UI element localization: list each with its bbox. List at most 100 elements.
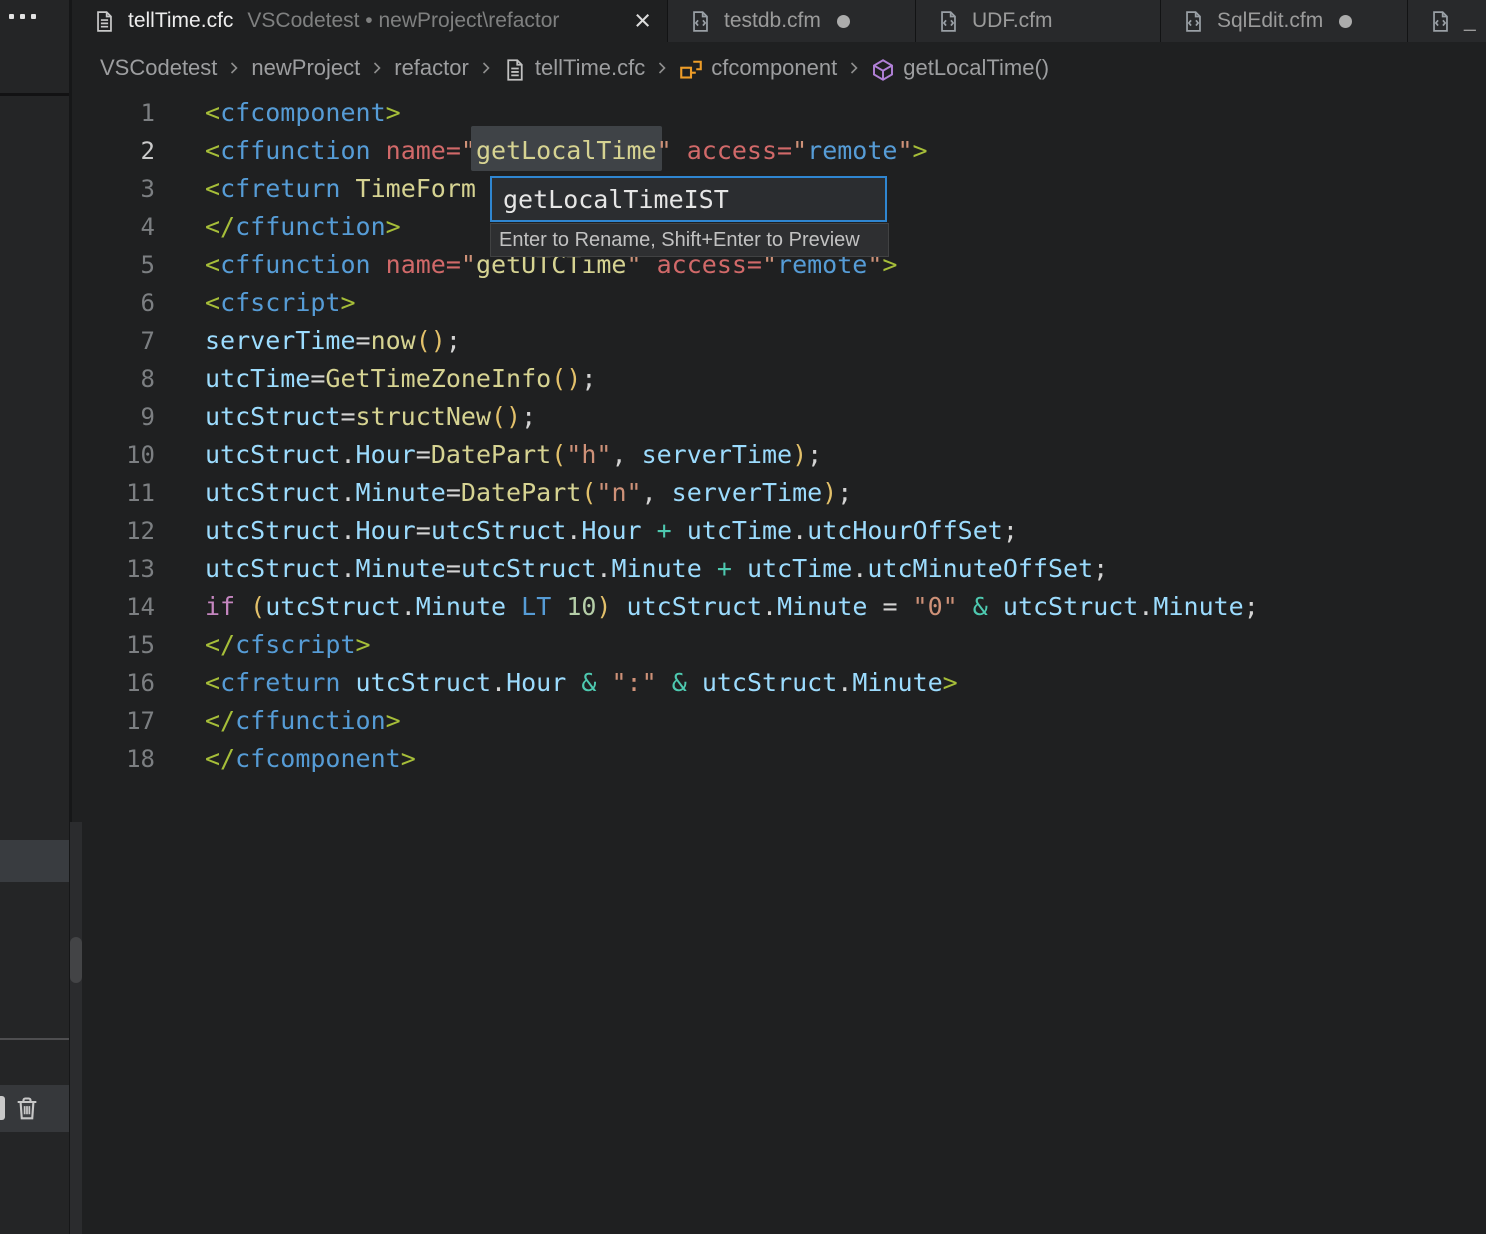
ellipsis-icon [9, 14, 14, 19]
code-editor[interactable]: 1<cfcomponent>2<cffunction name="getLoca… [72, 94, 1486, 1234]
tab-title: UDF.cfm [972, 9, 1053, 33]
code-line[interactable]: 12utcStruct.Hour=utcStruct.Hour + utcTim… [72, 512, 1486, 550]
symbol-method-icon [871, 58, 895, 82]
rename-hint: Enter to Rename, Shift+Enter to Preview [490, 223, 889, 257]
line-number: 10 [72, 436, 155, 474]
tab-title: tellTime.cfc [128, 9, 233, 33]
chevron-right-icon [226, 60, 242, 76]
code-line[interactable]: 18</cfcomponent> [72, 740, 1486, 778]
line-number: 6 [72, 284, 155, 322]
sidebar-divider [0, 93, 70, 96]
tab-telltime-cfc[interactable]: tellTime.cfc VSCodetest • newProject\ref… [72, 0, 668, 42]
line-number: 9 [72, 398, 155, 436]
code-line[interactable]: 11utcStruct.Minute=DatePart("n", serverT… [72, 474, 1486, 512]
partial-icon [0, 1096, 5, 1120]
more-actions-button[interactable] [9, 4, 49, 28]
line-number: 1 [72, 94, 155, 132]
code-text: </cfcomponent> [155, 740, 416, 778]
chevron-right-icon [846, 60, 862, 76]
sidebar [0, 0, 70, 1234]
file-code-icon [1429, 8, 1452, 35]
tab-title: _ [1464, 9, 1476, 33]
line-number: 11 [72, 474, 155, 512]
code-line[interactable]: 7serverTime=now(); [72, 322, 1486, 360]
line-number: 2 [72, 132, 155, 170]
close-icon[interactable]: × [634, 11, 651, 31]
sidebar-separator [0, 1038, 70, 1040]
breadcrumb-item-vscodetest[interactable]: VSCodetest [100, 55, 217, 81]
code-line[interactable]: 14if (utcStruct.Minute LT 10) utcStruct.… [72, 588, 1486, 626]
code-line[interactable]: 8utcTime=GetTimeZoneInfo(); [72, 360, 1486, 398]
modified-dot-icon[interactable] [837, 15, 850, 28]
code-line[interactable]: 9utcStruct=structNew(); [72, 398, 1486, 436]
symbol-class-icon [679, 58, 703, 82]
trash-icon[interactable] [13, 1093, 41, 1125]
code-text: <cfscript> [155, 284, 356, 322]
code-line[interactable]: 15</cfscript> [72, 626, 1486, 664]
code-text: utcTime=GetTimeZoneInfo(); [155, 360, 596, 398]
file-icon [503, 58, 527, 82]
ellipsis-icon [20, 14, 25, 19]
code-text: </cffunction> [155, 702, 401, 740]
line-number: 13 [72, 550, 155, 588]
file-lines-icon [93, 8, 116, 35]
code-text: utcStruct.Hour=DatePart("h", serverTime)… [155, 436, 822, 474]
chevron-right-icon [369, 60, 385, 76]
line-number: 8 [72, 360, 155, 398]
tab-title: testdb.cfm [724, 9, 821, 33]
code-line[interactable]: 17</cffunction> [72, 702, 1486, 740]
code-text: <cfreturn utcStruct.Hour & ":" & utcStru… [155, 664, 958, 702]
line-number: 17 [72, 702, 155, 740]
chevron-right-icon [654, 60, 670, 76]
modified-dot-icon[interactable] [1339, 15, 1352, 28]
breadcrumb: VSCodetest newProject refactor tellTime.… [72, 42, 1486, 94]
line-number: 14 [72, 588, 155, 626]
code-text: </cffunction> [155, 208, 401, 246]
file-code-icon [689, 8, 712, 35]
code-line[interactable]: 6<cfscript> [72, 284, 1486, 322]
breadcrumb-item-getlocaltime[interactable]: getLocalTime() [903, 55, 1049, 81]
tab-description: VSCodetest • newProject\refactor [247, 9, 559, 33]
line-number: 18 [72, 740, 155, 778]
rename-highlighted-word[interactable]: getLocalTime [471, 126, 662, 171]
rename-input[interactable] [490, 176, 887, 222]
line-number: 4 [72, 208, 155, 246]
tab-title: SqlEdit.cfm [1217, 9, 1323, 33]
code-text: if (utcStruct.Minute LT 10) utcStruct.Mi… [155, 588, 1259, 626]
code-line[interactable]: 10utcStruct.Hour=DatePart("h", serverTim… [72, 436, 1486, 474]
code-text: utcStruct=structNew(); [155, 398, 536, 436]
breadcrumb-item-newproject[interactable]: newProject [251, 55, 360, 81]
breadcrumb-item-telltime-cfc[interactable]: tellTime.cfc [535, 55, 645, 81]
code-line[interactable]: 1<cfcomponent> [72, 94, 1486, 132]
sidebar-list-item[interactable] [0, 840, 70, 882]
line-number: 12 [72, 512, 155, 550]
sash[interactable] [70, 822, 82, 1234]
code-text: <cfcomponent> [155, 94, 401, 132]
ellipsis-icon [31, 14, 36, 19]
code-text: </cfscript> [155, 626, 371, 664]
code-text: utcStruct.Minute=utcStruct.Minute + utcT… [155, 550, 1108, 588]
sidebar-trash-row[interactable] [0, 1085, 70, 1132]
code-text: utcStruct.Hour=utcStruct.Hour + utcTime.… [155, 512, 1018, 550]
file-code-icon [1182, 8, 1205, 35]
scrollbar-thumb[interactable] [70, 937, 82, 983]
code-line[interactable]: 16<cfreturn utcStruct.Hour & ":" & utcSt… [72, 664, 1486, 702]
breadcrumb-item-refactor[interactable]: refactor [394, 55, 469, 81]
file-code-icon [937, 8, 960, 35]
line-number: 3 [72, 170, 155, 208]
tab-sqledit-cfm[interactable]: SqlEdit.cfm [1161, 0, 1408, 42]
line-number: 15 [72, 626, 155, 664]
code-text: utcStruct.Minute=DatePart("n", serverTim… [155, 474, 852, 512]
code-text: <cffunction name="getLocalTime" access="… [155, 132, 928, 170]
tab-testdb-cfm[interactable]: testdb.cfm [668, 0, 916, 42]
code-line[interactable]: 13utcStruct.Minute=utcStruct.Minute + ut… [72, 550, 1486, 588]
breadcrumb-item-cfcomponent[interactable]: cfcomponent [711, 55, 837, 81]
line-number: 16 [72, 664, 155, 702]
code-text: serverTime=now(); [155, 322, 461, 360]
code-text: <cfreturn TimeForm [155, 170, 476, 208]
code-line[interactable]: 2<cffunction name="getLocalTime" access=… [72, 132, 1486, 170]
tab-udf-cfm[interactable]: UDF.cfm [916, 0, 1161, 42]
line-number: 5 [72, 246, 155, 284]
chevron-right-icon [478, 60, 494, 76]
tab-partial[interactable]: _ [1408, 0, 1486, 42]
